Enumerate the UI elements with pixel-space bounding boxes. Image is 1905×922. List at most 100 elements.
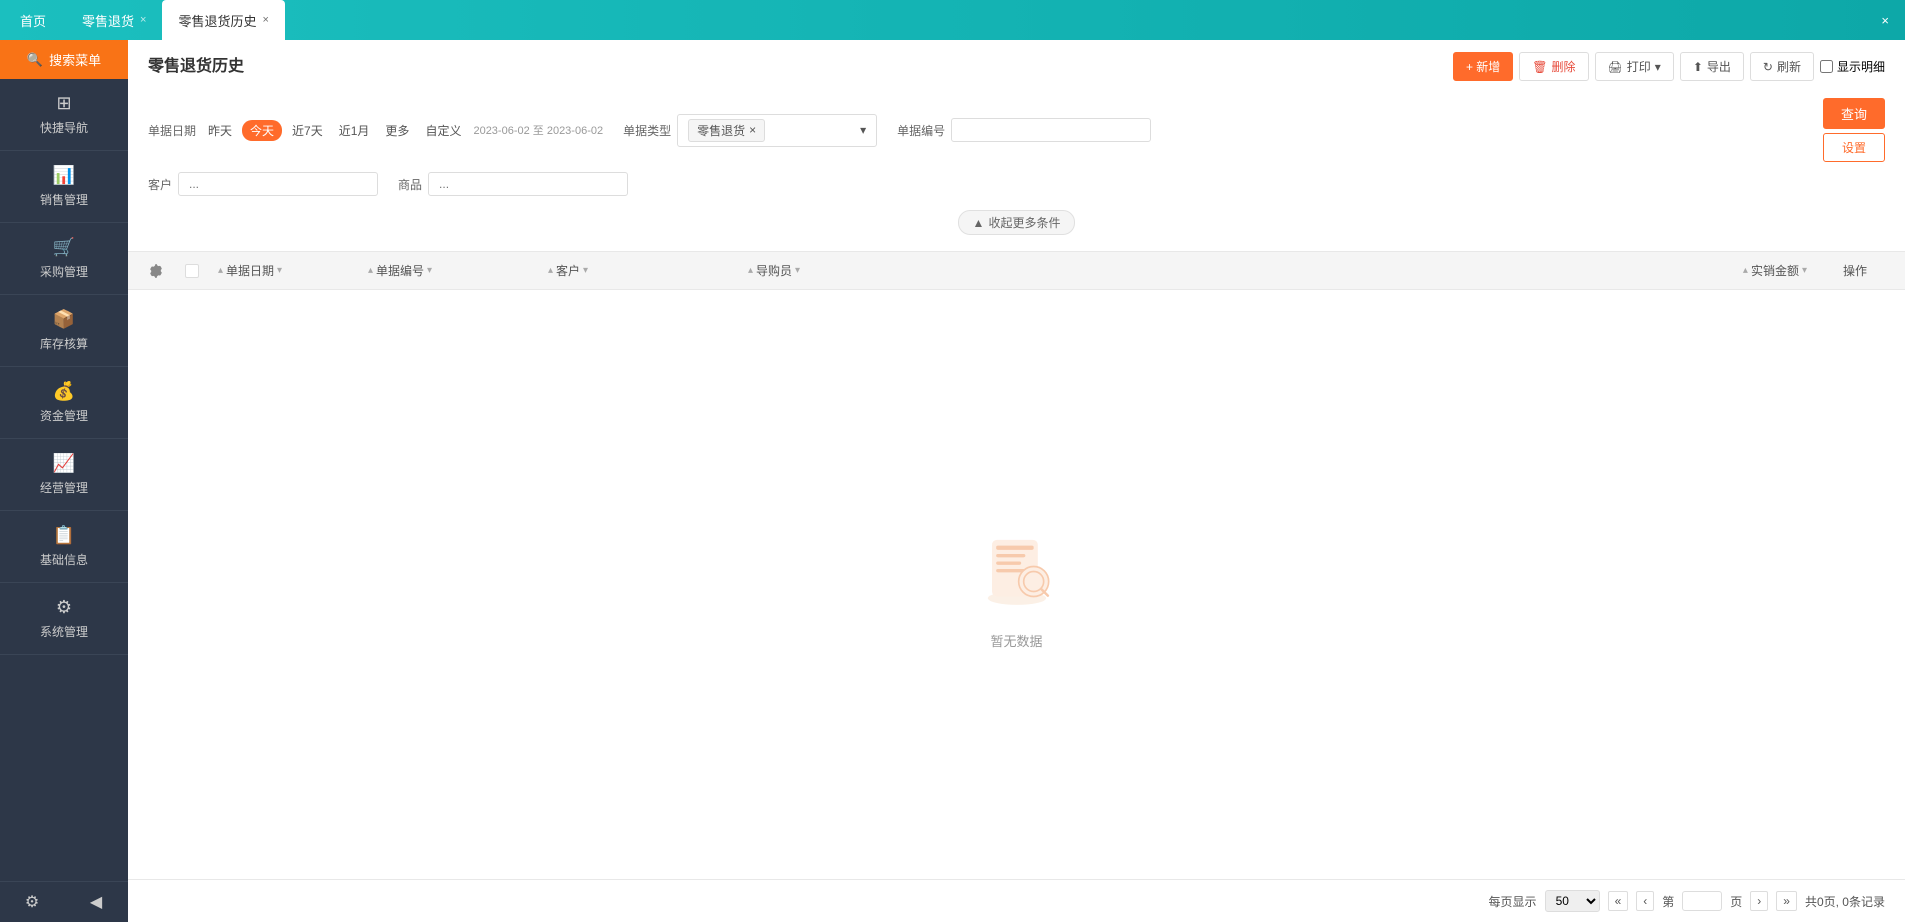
tab-retail-return-history-label: 零售退货历史 <box>178 11 256 30</box>
sidebar-settings-btn[interactable]: ⚙ <box>0 882 64 922</box>
date-btn-yesterday[interactable]: 昨天 <box>202 120 238 141</box>
sidebar-item-quick-nav-label: 快捷导航 <box>40 119 88 136</box>
new-button[interactable]: + 新增 <box>1453 52 1513 81</box>
display-detail-text: 显示明细 <box>1837 58 1885 75</box>
tab-retail-return-close[interactable]: × <box>140 14 146 26</box>
top-bar-close[interactable]: × <box>1881 13 1905 28</box>
date-btn-custom[interactable]: 自定义 <box>419 120 467 141</box>
header-checkbox[interactable] <box>185 264 199 278</box>
page-suffix: 页 <box>1730 893 1742 910</box>
sidebar-collapse-btn[interactable]: ◀ <box>64 882 128 922</box>
page-input[interactable]: 1 <box>1682 891 1722 911</box>
top-bar: 首页 零售退货 × 零售退货历史 × × <box>0 0 1905 40</box>
sort-up-icon-3: ▴ <box>548 265 553 276</box>
collapse-label: 收起更多条件 <box>988 214 1060 231</box>
tab-retail-return-history-close[interactable]: × <box>262 14 268 26</box>
sidebar-item-basic-info[interactable]: 📋 基础信息 <box>0 511 128 583</box>
sidebar-item-purchase[interactable]: 🛒 采购管理 <box>0 223 128 295</box>
type-select-chevron: ▾ <box>860 123 866 137</box>
export-button[interactable]: ⬆ 导出 <box>1680 52 1744 81</box>
purchase-icon: 🛒 <box>53 237 75 258</box>
col-customer-header: ▴ 客户 ▾ <box>540 262 740 279</box>
delete-button[interactable]: 🗑 删除 <box>1519 52 1588 81</box>
sort-up-icon-4: ▴ <box>748 265 753 276</box>
refresh-icon: ↻ <box>1763 60 1773 74</box>
date-btn-today[interactable]: 今天 <box>242 120 282 141</box>
page-last-btn[interactable]: » <box>1776 891 1797 911</box>
page-label: 第 <box>1662 893 1674 910</box>
table-settings-icon[interactable] <box>148 263 164 279</box>
setting-button[interactable]: 设置 <box>1823 133 1885 162</box>
sort-down-icon-4: ▾ <box>795 265 800 276</box>
query-button[interactable]: 查询 <box>1823 98 1885 129</box>
col-checkbox[interactable] <box>174 264 210 278</box>
operations-icon: 📈 <box>53 453 75 474</box>
filter-area: 零售退货历史 + 新增 🗑 删除 🖨 打印 ▾ ⬆ 导出 <box>128 40 1905 252</box>
col-action-label: 操作 <box>1843 262 1867 279</box>
sidebar-search-label: 搜索菜单 <box>49 50 101 69</box>
col-guide-label: 导购员 <box>756 262 792 279</box>
tab-retail-return[interactable]: 零售退货 × <box>66 0 162 40</box>
type-tag: 零售退货 × <box>688 119 765 142</box>
sidebar-search[interactable]: 🔍 搜索菜单 <box>0 40 128 79</box>
col-customer-label: 客户 <box>556 262 580 279</box>
col-amount-header: ▴ 实销金额 ▾ <box>920 262 1815 279</box>
tab-home[interactable]: 首页 <box>0 0 66 40</box>
sidebar-item-operations[interactable]: 📈 经营管理 <box>0 439 128 511</box>
sidebar-item-sales-label: 销售管理 <box>40 191 88 208</box>
delete-label: 删除 <box>1552 58 1576 75</box>
query-actions: 查询 设置 <box>1823 98 1885 162</box>
sidebar-item-finance-label: 资金管理 <box>40 407 88 424</box>
filter-collapse-row: ▲ 收起更多条件 <box>148 206 1885 239</box>
print-button[interactable]: 🖨 打印 ▾ <box>1595 52 1674 81</box>
date-range-display: 2023-06-02 至 2023-06-02 <box>473 122 603 138</box>
tab-bar: 首页 零售退货 × 零售退货历史 × <box>0 0 1881 40</box>
sidebar-item-quick-nav[interactable]: ⊞ 快捷导航 <box>0 79 128 151</box>
refresh-button[interactable]: ↻ 刷新 <box>1750 52 1814 81</box>
basic-info-icon: 📋 <box>53 525 75 546</box>
date-btn-1month[interactable]: 近1月 <box>333 120 376 141</box>
page-first-btn[interactable]: « <box>1608 891 1629 911</box>
sidebar-item-purchase-label: 采购管理 <box>40 263 88 280</box>
col-date-header: ▴ 单据日期 ▾ <box>210 262 360 279</box>
type-tag-close[interactable]: × <box>749 123 756 137</box>
toolbar: + 新增 🗑 删除 🖨 打印 ▾ ⬆ 导出 ↻ <box>1453 52 1885 81</box>
col-settings[interactable] <box>138 263 174 279</box>
sidebar-item-sales[interactable]: 📊 销售管理 <box>0 151 128 223</box>
sort-up-icon: ▴ <box>218 265 223 276</box>
display-detail-label[interactable]: 显示明细 <box>1820 58 1885 75</box>
date-btn-more[interactable]: 更多 <box>379 120 415 141</box>
page-title: 零售退货历史 <box>148 52 244 76</box>
sidebar-bottom: ⚙ ◀ <box>0 881 128 922</box>
customer-filter-label: 客户 <box>148 176 172 193</box>
print-chevron-icon: ▾ <box>1655 60 1661 74</box>
search-icon: 🔍 <box>27 52 43 68</box>
page-prev-btn[interactable]: ‹ <box>1636 891 1654 911</box>
date-btn-7days[interactable]: 近7天 <box>286 120 329 141</box>
date-filter-label: 单据日期 <box>148 122 196 139</box>
page-size-select[interactable]: 50 10 20 100 <box>1545 890 1600 912</box>
collapse-btn[interactable]: ▲ 收起更多条件 <box>958 210 1076 235</box>
total-info: 共0页, 0条记录 <box>1805 893 1885 910</box>
display-detail-checkbox[interactable] <box>1820 60 1833 73</box>
table-area: ▴ 单据日期 ▾ ▴ 单据编号 ▾ ▴ 客户 ▾ ▴ 导购员 ▾ <box>128 252 1905 879</box>
sidebar-item-system[interactable]: ⚙ 系统管理 <box>0 583 128 655</box>
sidebar-item-finance[interactable]: 💰 资金管理 <box>0 367 128 439</box>
col-amount-label: 实销金额 <box>1751 262 1799 279</box>
tab-retail-return-history[interactable]: 零售退货历史 × <box>162 0 284 40</box>
page-next-btn[interactable]: › <box>1750 891 1768 911</box>
empty-icon <box>967 519 1067 619</box>
no-filter-input[interactable] <box>951 118 1151 142</box>
filter-customer-item: 客户 <box>148 172 378 196</box>
table-header: ▴ 单据日期 ▾ ▴ 单据编号 ▾ ▴ 客户 ▾ ▴ 导购员 ▾ <box>128 252 1905 290</box>
col-no-label: 单据编号 <box>376 262 424 279</box>
goods-filter-input[interactable] <box>428 172 628 196</box>
type-select-inner: 零售退货 × <box>688 119 765 142</box>
collapse-icon: ▲ <box>973 216 985 230</box>
type-filter-select[interactable]: 零售退货 × ▾ <box>677 114 877 147</box>
col-guide-header: ▴ 导购员 ▾ <box>740 262 920 279</box>
sidebar-item-inventory[interactable]: 📦 库存核算 <box>0 295 128 367</box>
customer-filter-input[interactable] <box>178 172 378 196</box>
sort-down-icon-3: ▾ <box>583 265 588 276</box>
goods-filter-label: 商品 <box>398 176 422 193</box>
